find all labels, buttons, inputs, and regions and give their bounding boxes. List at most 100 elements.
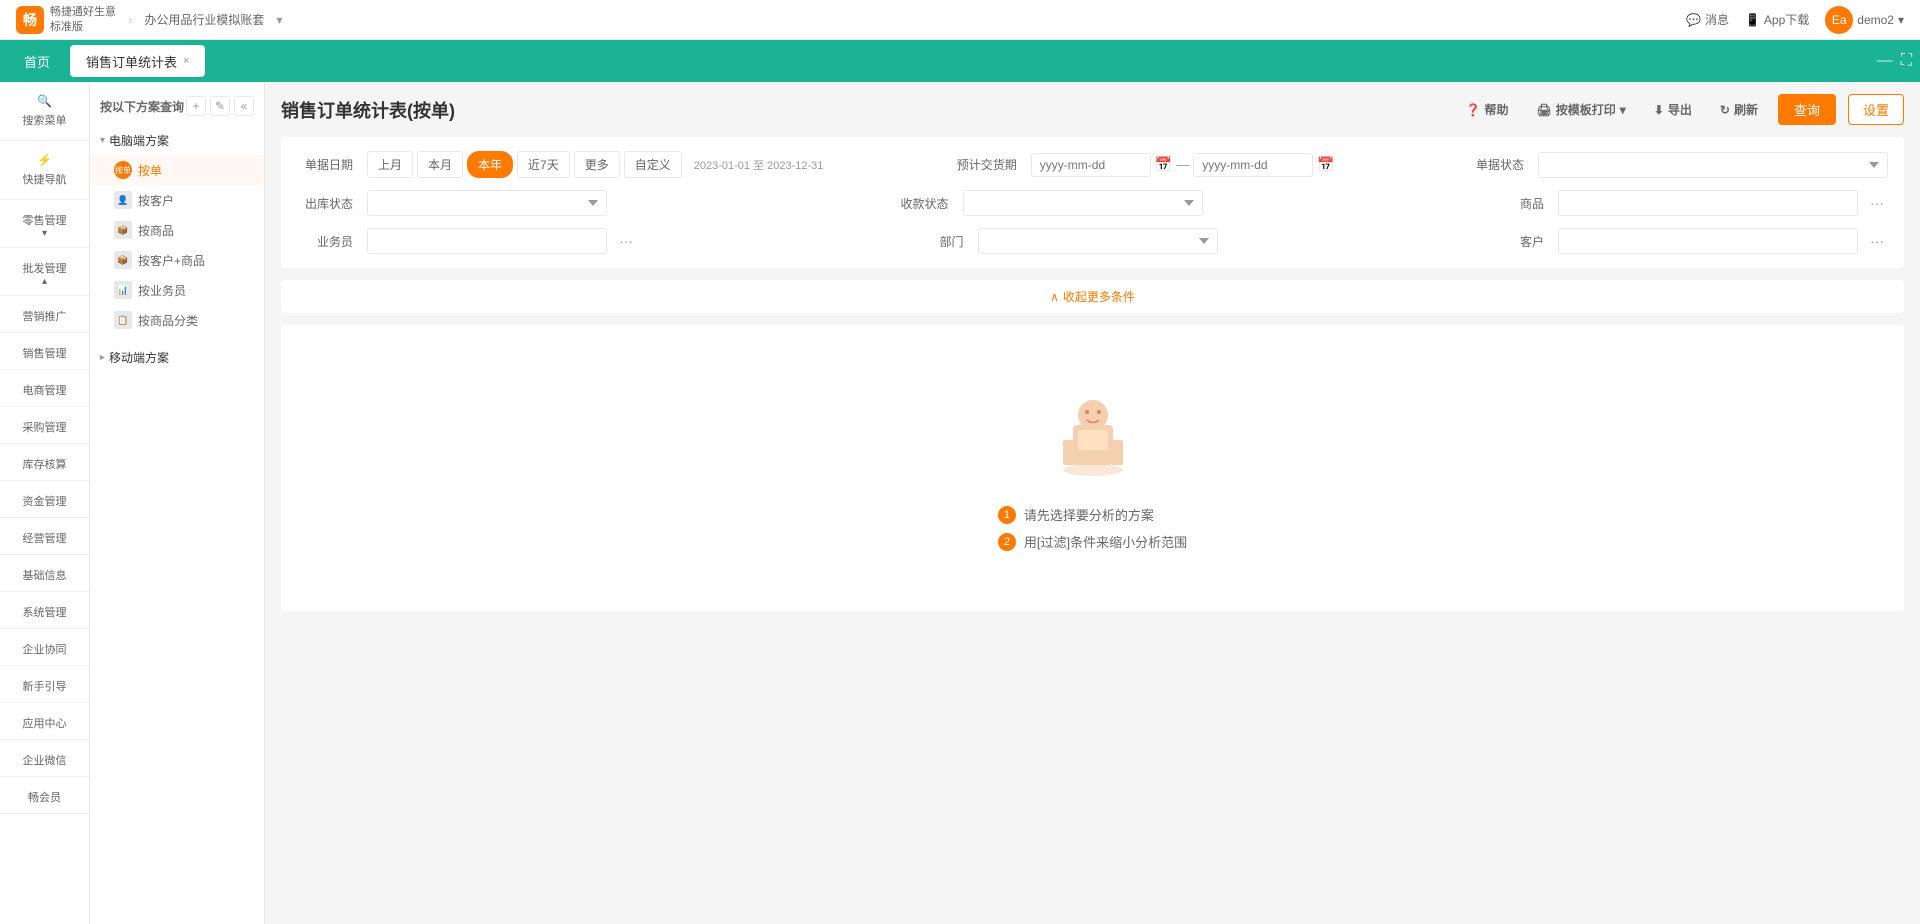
delivery-status-label: 出库状态	[297, 195, 353, 212]
sidebar-item-basic[interactable]: 基础信息	[0, 555, 89, 592]
sidebar-item-purchase[interactable]: 采购管理	[0, 407, 89, 444]
order-status-select[interactable]	[1538, 152, 1888, 178]
filter-card: 单据日期 上月 本月 本年 近7天 更多 自定义 2023-01-01 至 20…	[281, 137, 1904, 268]
department-select[interactable]	[978, 228, 1218, 254]
sidebar-item-newbie[interactable]: 新手引导	[0, 666, 89, 703]
this-month-btn[interactable]: 本月	[417, 151, 463, 178]
scheme-icon-by-goods: 📦	[114, 221, 132, 239]
sidebar-item-member[interactable]: 畅会员	[0, 777, 89, 814]
scheme-item-by-goods[interactable]: 📦 按商品	[90, 215, 264, 245]
print-dropdown-icon[interactable]: ▾	[1620, 103, 1626, 117]
payment-status-label: 收款状态	[893, 195, 949, 212]
page-title: 销售订单统计表(按单)	[281, 97, 455, 123]
sidebar-item-sales[interactable]: 销售管理	[0, 333, 89, 370]
logo-icon: 畅	[16, 6, 44, 34]
tab-close-icon[interactable]: ×	[183, 55, 189, 67]
delivery-status-select[interactable]	[367, 190, 607, 216]
sidebar-search[interactable]: 🔍 搜索菜单	[0, 82, 89, 141]
help-icon: ❓	[1466, 103, 1481, 117]
filter-row-1: 单据日期 上月 本月 本年 近7天 更多 自定义 2023-01-01 至 20…	[297, 151, 1888, 178]
scheme-item-by-order[interactable]: 按单 按单	[90, 155, 264, 185]
goods-more-icon[interactable]: ···	[1866, 191, 1888, 215]
payment-status-select[interactable]	[963, 190, 1203, 216]
help-button[interactable]: ❓ 帮助	[1458, 97, 1517, 122]
scheme-item-by-goods-category[interactable]: 📋 按商品分类	[90, 305, 264, 335]
salesperson-label: 业务员	[297, 233, 353, 250]
customer-label: 客户	[1488, 233, 1544, 250]
customer-more-icon[interactable]: ···	[1866, 229, 1888, 253]
sidebar-item-appstore[interactable]: 应用中心	[0, 703, 89, 740]
left-panel: 按以下方案查询 + ✎ « ▾ 电脑端方案 按单 按单 👤 按客户 📦	[90, 82, 265, 924]
sidebar-item-operation[interactable]: 经营管理	[0, 518, 89, 555]
calendar-start-icon[interactable]: 📅	[1155, 156, 1172, 173]
scheme-item-by-customer-goods[interactable]: 📦 按客户+商品	[90, 245, 264, 275]
this-year-btn[interactable]: 本年	[467, 151, 513, 178]
customer-input[interactable]	[1558, 228, 1858, 254]
query-button[interactable]: 查询	[1778, 94, 1836, 125]
refresh-button[interactable]: ↻ 刷新	[1712, 97, 1766, 122]
sidebar-item-finance[interactable]: 资金管理	[0, 481, 89, 518]
tab-home[interactable]: 首页	[8, 45, 66, 77]
sidebar-item-stock[interactable]: 库存核算	[0, 444, 89, 481]
sidebar-item-system[interactable]: 系统管理	[0, 592, 89, 629]
expected-date-input-group: 📅 — 📅	[1031, 153, 1335, 177]
sidebar-item-wechat[interactable]: 企业微信	[0, 740, 89, 777]
add-scheme-button[interactable]: +	[186, 96, 206, 116]
scheme-icon-by-customer-goods: 📦	[114, 251, 132, 269]
print-button[interactable]: 🖨 按模板打印 ▾	[1529, 97, 1634, 122]
scheme-icon-by-customer: 👤	[114, 191, 132, 209]
refresh-icon: ↻	[1720, 103, 1730, 117]
mobile-scheme-section: ▾ 移动端方案	[90, 339, 264, 376]
pc-scheme-header[interactable]: ▾ 电脑端方案	[90, 126, 264, 155]
scheme-icon-by-goods-category: 📋	[114, 311, 132, 329]
last-month-btn[interactable]: 上月	[367, 151, 413, 178]
content-area: 销售订单统计表(按单) ❓ 帮助 🖨 按模板打印 ▾ ⬇ 导出 ↻ 刷新	[265, 82, 1920, 924]
sidebar-item-ecommerce[interactable]: 电商管理	[0, 370, 89, 407]
sidebar-item-wholesale[interactable]: 批发管理 ▴	[0, 248, 89, 296]
collapse-bar[interactable]: ∧ 收起更多条件	[281, 280, 1904, 313]
page-title-bar: 销售订单统计表(按单) ❓ 帮助 🖨 按模板打印 ▾ ⬇ 导出 ↻ 刷新	[281, 94, 1904, 125]
scheme-item-by-customer[interactable]: 👤 按客户	[90, 185, 264, 215]
export-button[interactable]: ⬇ 导出	[1646, 97, 1700, 122]
edit-scheme-button[interactable]: ✎	[210, 96, 230, 116]
salesperson-input[interactable]	[367, 228, 607, 254]
message-icon: 💬	[1686, 13, 1701, 27]
pc-scheme-section: ▾ 电脑端方案 按单 按单 👤 按客户 📦 按商品 📦 按客户+商品 📊	[90, 122, 264, 339]
date-separator: —	[1176, 157, 1189, 172]
logo-text: 畅捷通好生意 标准版	[50, 5, 116, 34]
goods-input[interactable]	[1558, 190, 1858, 216]
sidebar-quick-nav[interactable]: ⚡ 快捷导航	[0, 141, 89, 200]
calendar-end-icon[interactable]: 📅	[1317, 156, 1334, 173]
user-dropdown-icon: ▾	[1898, 13, 1904, 27]
search-icon: 🔍	[37, 94, 52, 108]
sidebar-item-enterprise[interactable]: 企业协同	[0, 629, 89, 666]
breadcrumb-dropdown-icon[interactable]: ▾	[276, 13, 282, 27]
empty-tips: 1 请先选择要分析的方案 2 用[过滤]条件来缩小分析范围	[998, 505, 1187, 551]
collapse-panel-button[interactable]: «	[234, 96, 254, 116]
app-download-button[interactable]: 📱 App下载	[1745, 11, 1809, 28]
scheme-icon-by-salesperson: 📊	[114, 281, 132, 299]
scheme-item-by-salesperson[interactable]: 📊 按业务员	[90, 275, 264, 305]
custom-date-btn[interactable]: 自定义	[624, 151, 682, 178]
date-quick-buttons: 上月 本月 本年 近7天 更多 自定义	[367, 151, 682, 178]
more-date-btn[interactable]: 更多	[574, 151, 620, 178]
empty-tip-2: 2 用[过滤]条件来缩小分析范围	[998, 532, 1187, 551]
settings-button[interactable]: 设置	[1848, 94, 1904, 125]
goods-label: 商品	[1488, 195, 1544, 212]
last7days-btn[interactable]: 近7天	[517, 151, 570, 178]
breadcrumb-sep: ›	[128, 12, 132, 27]
salesperson-more-icon[interactable]: ···	[615, 229, 637, 253]
sidebar-item-marketing[interactable]: 营销推广	[0, 296, 89, 333]
mobile-scheme-header[interactable]: ▾ 移动端方案	[90, 343, 264, 372]
expected-date-start-input[interactable]	[1031, 153, 1151, 177]
minimize-icon[interactable]: —	[1877, 52, 1893, 70]
user-menu[interactable]: Ea demo2 ▾	[1825, 6, 1904, 34]
tab-sales-order-stats[interactable]: 销售订单统计表 ×	[70, 45, 205, 77]
maximize-icon[interactable]: ⛶	[1901, 52, 1912, 70]
expected-date-label: 预计交货期	[957, 156, 1017, 173]
export-icon: ⬇	[1654, 103, 1664, 117]
sidebar-item-retail[interactable]: 零售管理 ▾	[0, 200, 89, 248]
top-bar-left: 畅 畅捷通好生意 标准版 › 办公用品行业模拟账套 ▾	[16, 5, 282, 34]
expected-date-end-input[interactable]	[1193, 153, 1313, 177]
message-button[interactable]: 💬 消息	[1686, 11, 1729, 28]
